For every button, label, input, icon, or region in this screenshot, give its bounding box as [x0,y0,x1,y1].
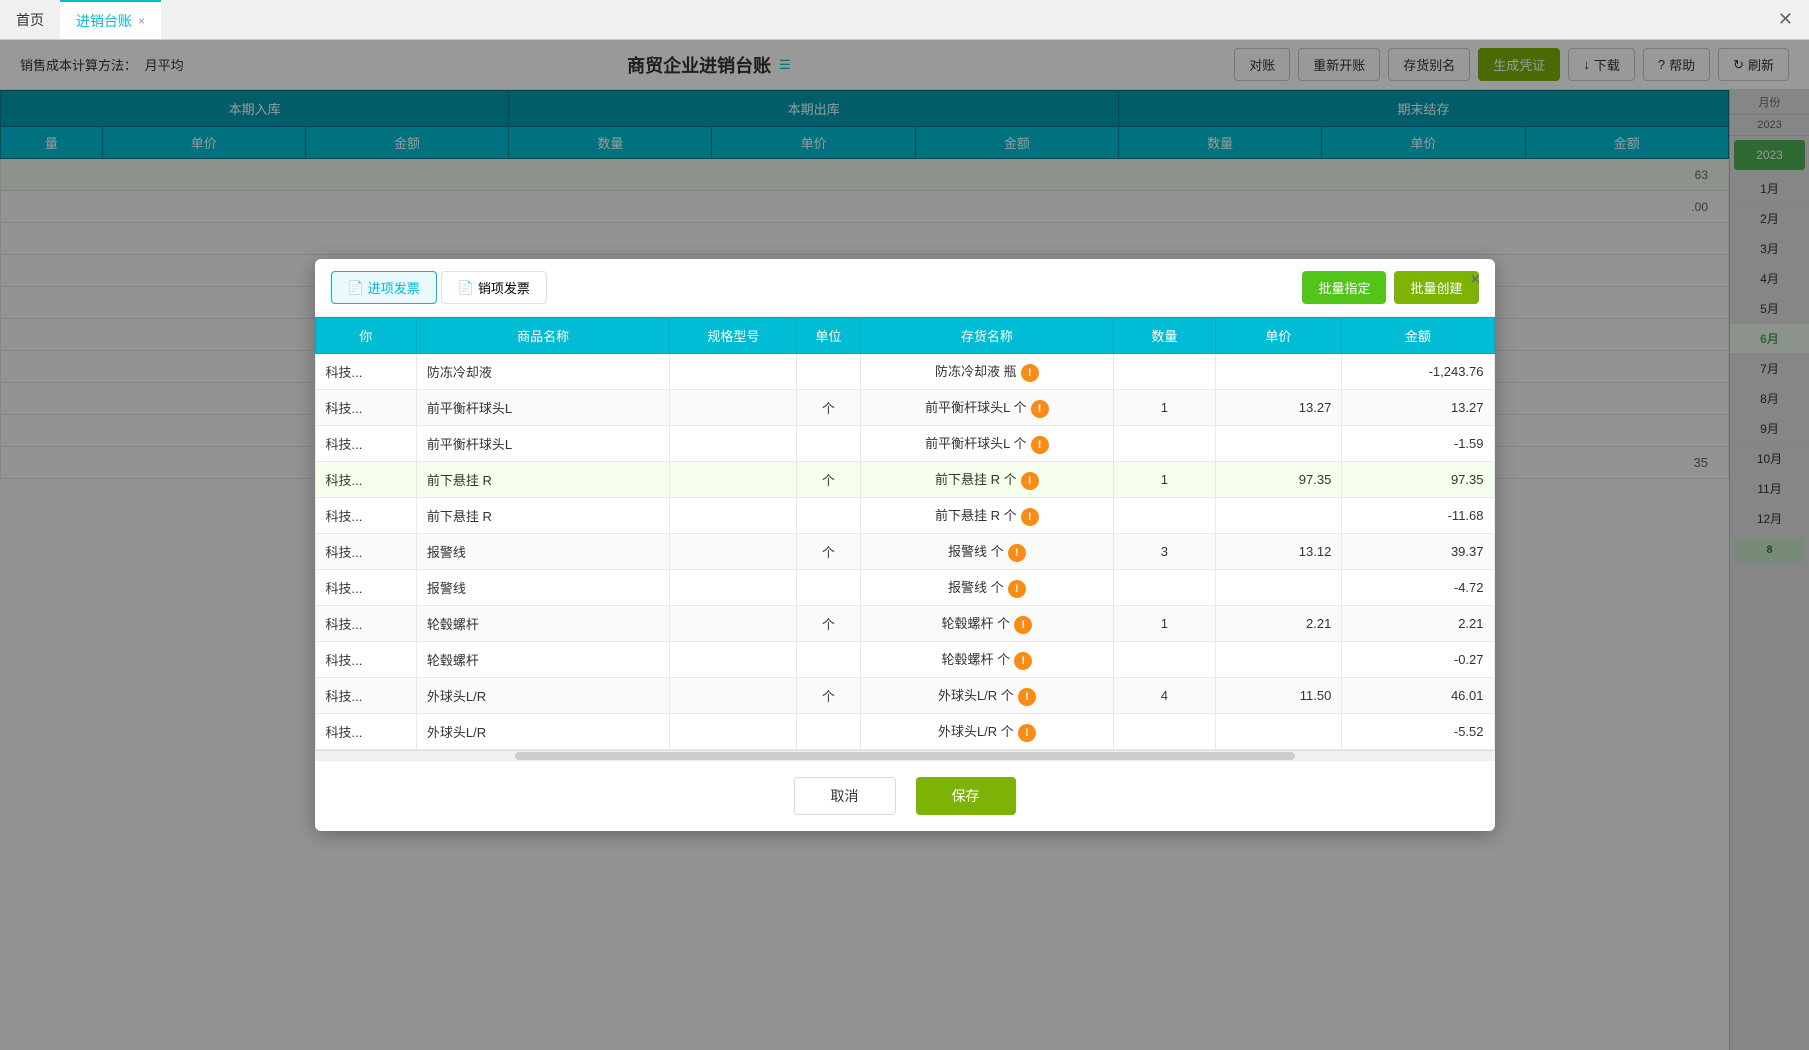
horizontal-scrollbar[interactable] [315,750,1495,760]
warning-icon: ! [1031,436,1049,454]
table-row: 科技...外球头L/R外球头L/R 个!-5.52 [315,714,1494,750]
th-col7: 单价 [1215,318,1342,354]
th-col3: 规格型号 [670,318,797,354]
table-row: 科技...前下悬挂 R个前下悬挂 R 个!197.3597.35 [315,462,1494,498]
warning-icon: ! [1008,544,1026,562]
warning-icon: ! [1008,580,1026,598]
modal-table-wrap[interactable]: 你 商品名称 规格型号 单位 存货名称 数量 单价 金额 科技...防冻冷却液防… [315,317,1495,750]
table-row: 科技...前平衡杆球头L前平衡杆球头L 个!-1.59 [315,426,1494,462]
th-col5: 存货名称 [860,318,1114,354]
incoming-invoice-icon: 📄 [348,280,364,296]
modal-footer: 取消 保存 [315,760,1495,831]
warning-icon: ! [1021,508,1039,526]
modal-dialog: 📄 进项发票 📄 销项发票 批量指定 批量创建 × [315,259,1495,831]
table-row: 科技...前平衡杆球头L个前平衡杆球头L 个!113.2713.27 [315,390,1494,426]
outgoing-invoice-icon: 📄 [458,280,474,296]
tab-incoming-invoice[interactable]: 📄 进项发票 [331,271,437,304]
batch-create-button[interactable]: 批量创建 [1394,271,1478,304]
modal-overlay: 📄 进项发票 📄 销项发票 批量指定 批量创建 × [0,40,1809,1050]
tab-outgoing-invoice[interactable]: 📄 销项发票 [441,271,547,304]
warning-icon: ! [1018,688,1036,706]
modal-tabs: 📄 进项发票 📄 销项发票 [331,271,547,304]
tab-ledger[interactable]: 进销台账 × [60,0,161,39]
invoice-table: 你 商品名称 规格型号 单位 存货名称 数量 单价 金额 科技...防冻冷却液防… [315,317,1495,750]
warning-icon: ! [1021,472,1039,490]
th-col2: 商品名称 [416,318,670,354]
table-row: 科技...轮毂螺杆轮毂螺杆 个!-0.27 [315,642,1494,678]
table-row: 科技...防冻冷却液防冻冷却液 瓶!-1,243.76 [315,354,1494,390]
batch-assign-button[interactable]: 批量指定 [1302,271,1386,304]
th-col6: 数量 [1114,318,1215,354]
th-col8: 金额 [1342,318,1494,354]
modal-header-actions: 批量指定 批量创建 [1302,271,1478,304]
table-row: 科技...报警线个报警线 个!313.1239.37 [315,534,1494,570]
warning-icon: ! [1018,724,1036,742]
table-row: 科技...外球头L/R个外球头L/R 个!411.5046.01 [315,678,1494,714]
modal-close-button[interactable]: × [1470,269,1481,290]
table-row: 科技...前下悬挂 R前下悬挂 R 个!-11.68 [315,498,1494,534]
th-col4: 单位 [797,318,860,354]
tab-close-icon[interactable]: × [138,14,145,28]
warning-icon: ! [1031,400,1049,418]
main-area: 销售成本计算方法： 月平均 商贸企业进销台账 ☰ 对账 重新开账 存货别名 生成… [0,40,1809,1050]
modal-header: 📄 进项发票 📄 销项发票 批量指定 批量创建 × [315,259,1495,317]
tab-bar: 首页 进销台账 × ✕ [0,0,1809,40]
warning-icon: ! [1021,364,1039,382]
table-row: 科技...轮毂螺杆个轮毂螺杆 个!12.212.21 [315,606,1494,642]
th-col1: 你 [315,318,416,354]
window-close-icon[interactable]: ✕ [1778,9,1793,30]
cancel-button[interactable]: 取消 [794,777,896,815]
warning-icon: ! [1014,616,1032,634]
table-row: 科技...报警线报警线 个!-4.72 [315,570,1494,606]
save-button[interactable]: 保存 [916,777,1016,815]
warning-icon: ! [1014,652,1032,670]
tab-home[interactable]: 首页 [0,0,60,39]
